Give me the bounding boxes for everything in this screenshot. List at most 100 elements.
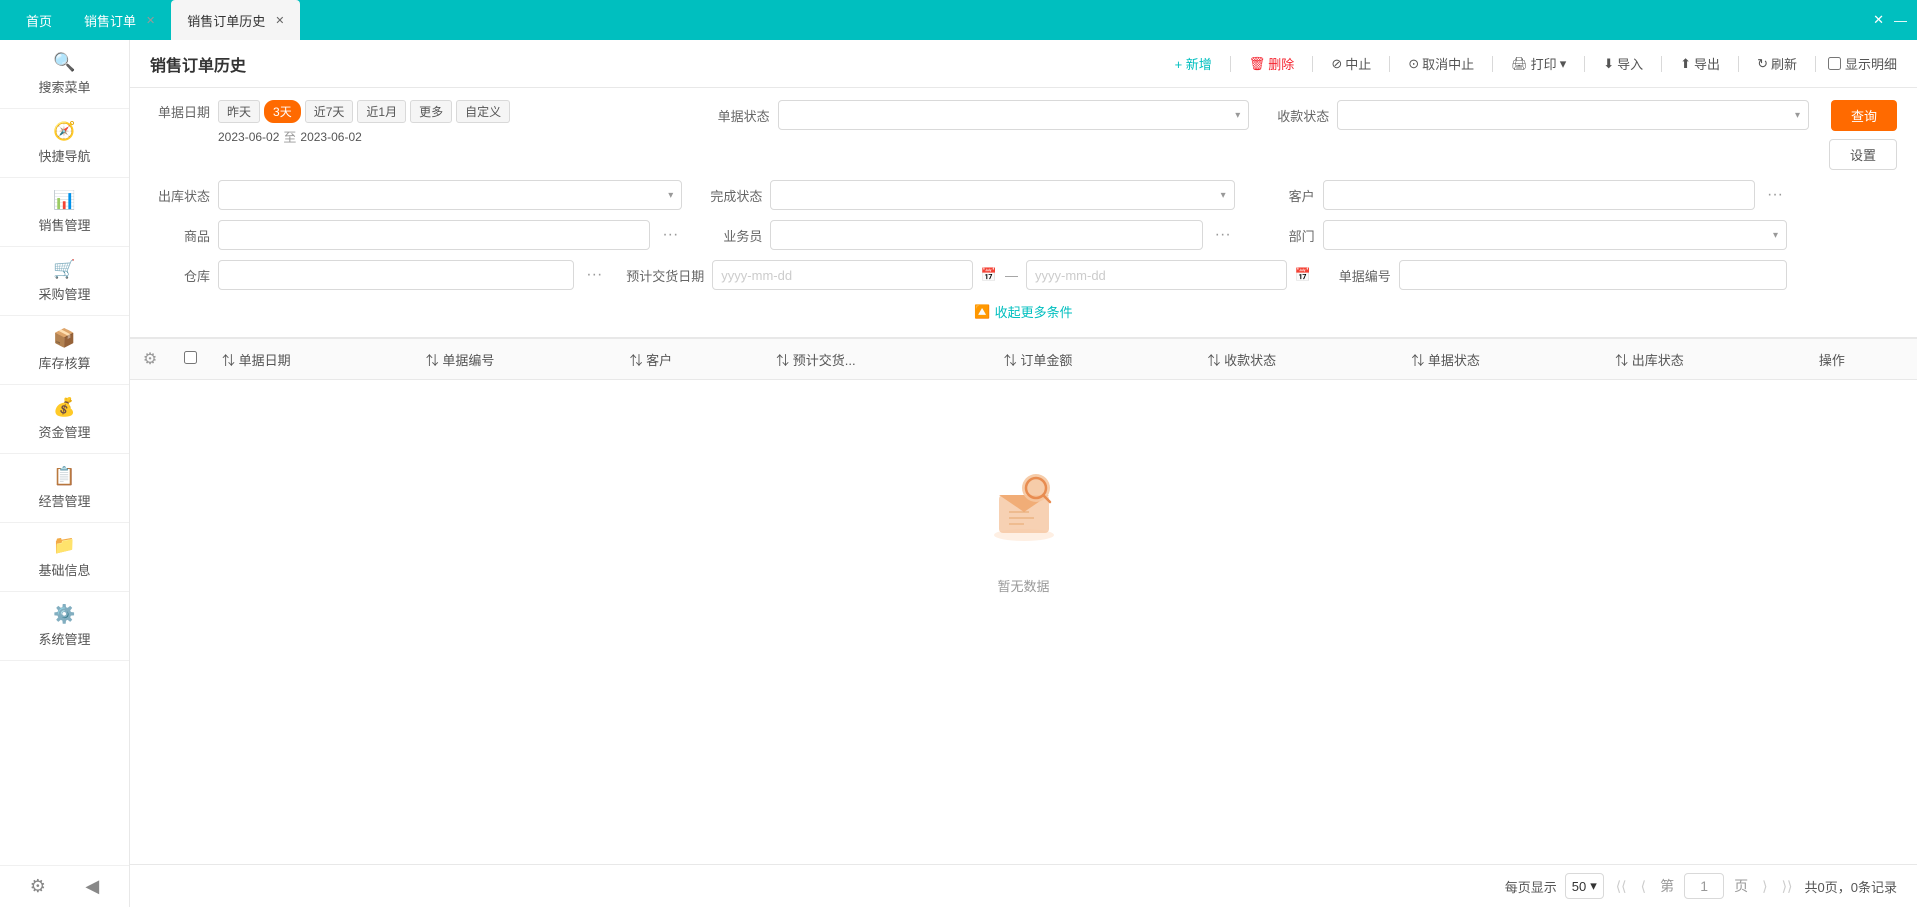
salesperson-ellipsis[interactable]: ···	[1211, 226, 1235, 244]
warehouse-input[interactable]	[218, 260, 574, 290]
stop-button[interactable]: ⊘ 中止	[1325, 50, 1377, 77]
outbound-status-select[interactable]: ▾	[218, 180, 682, 210]
table-header-order-status[interactable]: ⇅ 单据状态	[1399, 339, 1603, 380]
date-btn-7days[interactable]: 近7天	[305, 100, 354, 123]
divider-2	[1312, 56, 1313, 72]
table-header-order-no[interactable]: ⇅ 单据编号	[414, 339, 618, 380]
sidebar: 🔍 搜索菜单 🧭 快捷导航 📊 销售管理 🛒 采购管理 📦 库存核算 💰 资金管…	[0, 40, 130, 907]
divider-4	[1492, 56, 1493, 72]
sidebar-item-system-mgmt-label: 系统管理	[38, 629, 90, 648]
print-button[interactable]: 🖨 打印 ▾	[1505, 50, 1572, 77]
tab-home[interactable]: 首页	[10, 0, 68, 40]
department-select[interactable]: ▾	[1323, 220, 1787, 250]
product-label: 商品	[150, 226, 210, 245]
sidebar-item-quick-nav[interactable]: 🧭 快捷导航	[0, 109, 129, 178]
sidebar-item-purchase-mgmt[interactable]: 🛒 采购管理	[0, 247, 129, 316]
table-header-amount[interactable]: ⇅ 订单金额	[992, 339, 1196, 380]
date-btn-3days[interactable]: 3天	[264, 100, 301, 123]
divider-7	[1738, 56, 1739, 72]
date-btn-custom[interactable]: 自定义	[456, 100, 510, 123]
table-header-date[interactable]: ⇅ 单据日期	[210, 339, 414, 380]
date-btn-more[interactable]: 更多	[410, 100, 452, 123]
refresh-button[interactable]: ↻ 刷新	[1751, 50, 1803, 77]
tab-sales-order-history[interactable]: 销售订单历史 ✕	[171, 0, 300, 40]
top-bar-minimize[interactable]: —	[1894, 13, 1907, 28]
system-mgmt-icon: ⚙️	[53, 604, 75, 625]
order-status-select[interactable]: ▾	[778, 100, 1250, 130]
page-prev[interactable]: ⟨	[1637, 876, 1650, 897]
finance-icon: 💰	[53, 397, 75, 418]
page-input[interactable]: 1	[1684, 873, 1724, 899]
product-ellipsis[interactable]: ···	[658, 226, 682, 244]
customer-ellipsis[interactable]: ···	[1763, 186, 1787, 204]
inventory-icon: 📦	[53, 328, 75, 349]
delivery-date-to[interactable]: yyyy-mm-dd	[1026, 260, 1287, 290]
divider-1	[1230, 56, 1231, 72]
tab-sales-order-close[interactable]: ✕	[146, 14, 155, 27]
search-menu-icon: 🔍	[53, 52, 75, 73]
table-select-all[interactable]	[184, 351, 197, 364]
delivery-date-from[interactable]: yyyy-mm-dd	[712, 260, 973, 290]
sidebar-item-search-menu[interactable]: 🔍 搜索菜单	[0, 40, 129, 109]
sidebar-item-quick-nav-label: 快捷导航	[38, 146, 90, 165]
table-header-amount-label: ⇅ 订单金额	[1004, 353, 1073, 368]
sidebar-item-system-mgmt[interactable]: ⚙️ 系统管理	[0, 592, 129, 661]
payment-status-label: 收款状态	[1269, 106, 1329, 125]
cancel-stop-button[interactable]: ⊙ 取消中止	[1402, 50, 1480, 77]
sidebar-settings-icon[interactable]: ⚙	[30, 876, 46, 897]
table-header-customer[interactable]: ⇅ 客户	[618, 339, 765, 380]
query-button[interactable]: 查询	[1831, 100, 1897, 131]
outbound-status-label: 出库状态	[150, 186, 210, 205]
data-table: ⚙ ⇅ 单据日期 ⇅ 单据编号 ⇅ 客户	[130, 338, 1917, 675]
product-input[interactable]	[218, 220, 650, 250]
payment-status-select[interactable]: ▾	[1337, 100, 1809, 130]
customer-input[interactable]	[1323, 180, 1755, 210]
salesperson-input[interactable]	[770, 220, 1202, 250]
page-last[interactable]: ⟩⟩	[1778, 876, 1797, 897]
order-no-input[interactable]	[1399, 260, 1787, 290]
table-header-delivery[interactable]: ⇅ 预计交货...	[764, 339, 992, 380]
sidebar-item-basic-info[interactable]: 📁 基础信息	[0, 523, 129, 592]
top-bar-close[interactable]: ✕	[1873, 12, 1884, 28]
collapse-btn[interactable]: 🔼 收起更多条件	[974, 298, 1072, 325]
calendar-icon-from[interactable]: 📅	[981, 267, 997, 283]
export-button[interactable]: ⬆ 导出	[1674, 50, 1726, 77]
toolbar: + 新增 🗑 删除 ⊘ 中止 ⊙ 取消中止 🖨	[1169, 50, 1897, 77]
sidebar-collapse-icon[interactable]: ◀	[85, 876, 99, 897]
table-checkbox-header	[170, 339, 210, 380]
sidebar-item-sales-mgmt[interactable]: 📊 销售管理	[0, 178, 129, 247]
display-toggle[interactable]: 显示明细	[1828, 54, 1897, 73]
delete-button[interactable]: 🗑 删除	[1243, 50, 1301, 77]
page-size-select[interactable]: 50 ▾	[1565, 873, 1604, 899]
delivery-date-label: 预计交货日期	[626, 266, 704, 285]
sidebar-item-inventory[interactable]: 📦 库存核算	[0, 316, 129, 385]
page-first[interactable]: ⟨⟨	[1612, 876, 1631, 897]
display-toggle-checkbox[interactable]	[1828, 57, 1841, 70]
calendar-icon-to[interactable]: 📅	[1295, 267, 1311, 283]
page-next[interactable]: ⟩	[1758, 876, 1771, 897]
divider-5	[1584, 56, 1585, 72]
table-header-operations-label: 操作	[1819, 353, 1845, 368]
sidebar-item-finance[interactable]: 💰 资金管理	[0, 385, 129, 454]
table-settings-icon[interactable]: ⚙	[143, 351, 157, 368]
sidebar-item-inventory-label: 库存核算	[38, 353, 90, 372]
collapse-up-icon: 🔼	[974, 304, 990, 320]
sidebar-item-operations[interactable]: 📋 经营管理	[0, 454, 129, 523]
tab-sales-order[interactable]: 销售订单 ✕	[68, 0, 171, 40]
salesperson-label: 业务员	[702, 226, 762, 245]
set-button[interactable]: 设置	[1829, 139, 1897, 170]
tab-sales-order-history-close[interactable]: ✕	[275, 14, 284, 27]
empty-state: 暂无数据	[130, 380, 1917, 675]
quick-nav-icon: 🧭	[53, 121, 75, 142]
import-button[interactable]: ⬇ 导入	[1597, 50, 1649, 77]
table-header-outbound[interactable]: ⇅ 出库状态	[1603, 339, 1807, 380]
add-button[interactable]: + 新增	[1169, 50, 1218, 77]
warehouse-ellipsis[interactable]: ···	[582, 266, 606, 284]
table-header-payment-status[interactable]: ⇅ 收款状态	[1196, 339, 1400, 380]
complete-status-select[interactable]: ▾	[770, 180, 1234, 210]
complete-status-label: 完成状态	[702, 186, 762, 205]
date-btn-1month[interactable]: 近1月	[357, 100, 406, 123]
date-btn-today[interactable]: 昨天	[218, 100, 260, 123]
department-label: 部门	[1255, 226, 1315, 245]
department-arrow: ▾	[1773, 230, 1778, 241]
